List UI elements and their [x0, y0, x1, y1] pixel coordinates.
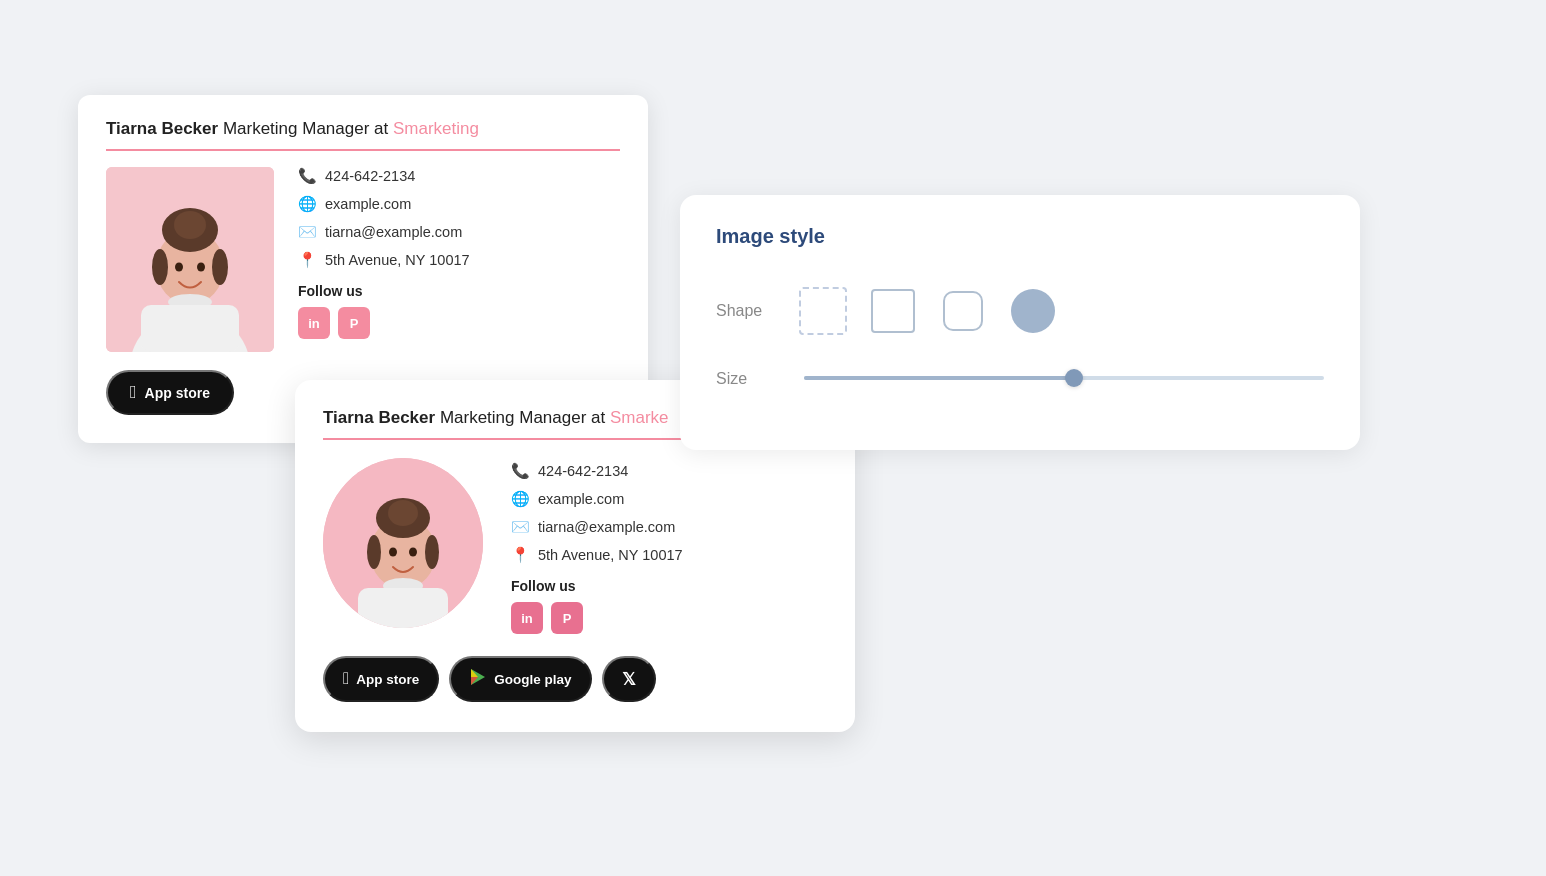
pinterest-icon[interactable]: P: [338, 307, 370, 339]
linkedin-icon2[interactable]: in: [511, 602, 543, 634]
svg-point-21: [409, 548, 417, 557]
address-value2: 5th Avenue, NY 10017: [538, 547, 683, 563]
location-icon: 📍: [298, 251, 317, 269]
address-row: 📍 5th Avenue, NY 10017: [298, 251, 620, 269]
googleplay-label: Google play: [494, 672, 571, 687]
social-icons2: in P: [511, 602, 823, 634]
card2-photo: [323, 458, 483, 628]
svg-rect-23: [358, 588, 448, 628]
address-row2: 📍 5th Avenue, NY 10017: [511, 546, 823, 564]
card2-body: 📞 424-642-2134 🌐 example.com ✉️ tiarna@e…: [323, 458, 823, 634]
follow-label: Follow us: [298, 283, 620, 299]
svg-point-19: [425, 535, 439, 569]
globe-icon: 🌐: [298, 195, 317, 213]
phone-row2: 📞 424-642-2134: [511, 462, 823, 480]
card2-role: Marketing Manager at: [440, 408, 610, 427]
website-row: 🌐 example.com: [298, 195, 620, 213]
shape-options: [796, 284, 1060, 338]
card2-name: Tiarna Becker: [323, 408, 435, 427]
pinterest-icon2[interactable]: P: [551, 602, 583, 634]
card2-brand: Smarke: [610, 408, 669, 427]
rounded-shape: [943, 291, 983, 331]
square-shape: [871, 289, 915, 333]
location-icon2: 📍: [511, 546, 530, 564]
svg-point-8: [175, 263, 183, 272]
size-label: Size: [716, 370, 796, 388]
twitter-button[interactable]: 𝕏: [602, 656, 656, 702]
website-row2: 🌐 example.com: [511, 490, 823, 508]
card2-info: 📞 424-642-2134 🌐 example.com ✉️ tiarna@e…: [511, 458, 823, 634]
shape-label: Shape: [716, 302, 796, 320]
person-image: [106, 167, 274, 352]
svg-point-5: [174, 211, 206, 239]
svg-point-9: [197, 263, 205, 272]
card1-info: 📞 424-642-2134 🌐 example.com ✉️ tiarna@e…: [298, 167, 620, 339]
apple-icon: : [130, 382, 137, 403]
size-row: Size: [716, 370, 1324, 388]
svg-point-7: [212, 249, 228, 285]
play-icon: [469, 668, 487, 690]
email-icon2: ✉️: [511, 518, 530, 536]
social-icons: in P: [298, 307, 620, 339]
card1-role: Marketing Manager at: [223, 119, 393, 138]
phone-icon: 📞: [298, 167, 317, 185]
email-row2: ✉️ tiarna@example.com: [511, 518, 823, 536]
email-row: ✉️ tiarna@example.com: [298, 223, 620, 241]
twitter-icon: 𝕏: [622, 669, 636, 690]
image-style-panel: Image style Shape Size: [680, 195, 1360, 450]
appstore-button2[interactable]:  App store: [323, 656, 439, 702]
slider-thumb[interactable]: [1065, 369, 1083, 387]
shape-dashed-option[interactable]: [796, 284, 850, 338]
globe-icon2: 🌐: [511, 490, 530, 508]
email-value2: tiarna@example.com: [538, 519, 675, 535]
email-icon: ✉️: [298, 223, 317, 241]
slider-fill: [804, 376, 1074, 380]
address-value: 5th Avenue, NY 10017: [325, 252, 470, 268]
slider-track: [804, 376, 1324, 380]
apple-icon2: : [343, 669, 349, 689]
card2-buttons:  App store Google play 𝕏: [323, 656, 823, 702]
phone-icon2: 📞: [511, 462, 530, 480]
circle-shape: [1011, 289, 1055, 333]
card1-header: Tiarna Becker Marketing Manager at Smark…: [106, 119, 620, 151]
svg-point-20: [389, 548, 397, 557]
googleplay-button[interactable]: Google play: [449, 656, 591, 702]
website-value: example.com: [325, 196, 411, 212]
card1-body: 📞 424-642-2134 🌐 example.com ✉️ tiarna@e…: [106, 167, 620, 352]
email-value: tiarna@example.com: [325, 224, 462, 240]
svg-rect-11: [141, 305, 239, 352]
svg-point-17: [388, 500, 418, 526]
card1-name: Tiarna Becker: [106, 119, 218, 138]
shape-row: Shape: [716, 284, 1324, 338]
website-value2: example.com: [538, 491, 624, 507]
phone-value2: 424-642-2134: [538, 463, 628, 479]
appstore-button[interactable]:  App store: [106, 370, 234, 415]
phone-value: 424-642-2134: [325, 168, 415, 184]
phone-row: 📞 424-642-2134: [298, 167, 620, 185]
card1-photo: [106, 167, 274, 352]
panel-title: Image style: [716, 225, 1324, 248]
dashed-shape: [799, 287, 847, 335]
size-slider[interactable]: [804, 376, 1324, 382]
card1-brand: Smarketing: [393, 119, 479, 138]
linkedin-icon[interactable]: in: [298, 307, 330, 339]
shape-circle-option[interactable]: [1006, 284, 1060, 338]
svg-point-18: [367, 535, 381, 569]
appstore-label2: App store: [356, 672, 419, 687]
follow-label2: Follow us: [511, 578, 823, 594]
appstore-label: App store: [145, 385, 210, 401]
svg-point-6: [152, 249, 168, 285]
person-image-circle: [323, 458, 483, 628]
shape-rounded-option[interactable]: [936, 284, 990, 338]
shape-square-option[interactable]: [866, 284, 920, 338]
